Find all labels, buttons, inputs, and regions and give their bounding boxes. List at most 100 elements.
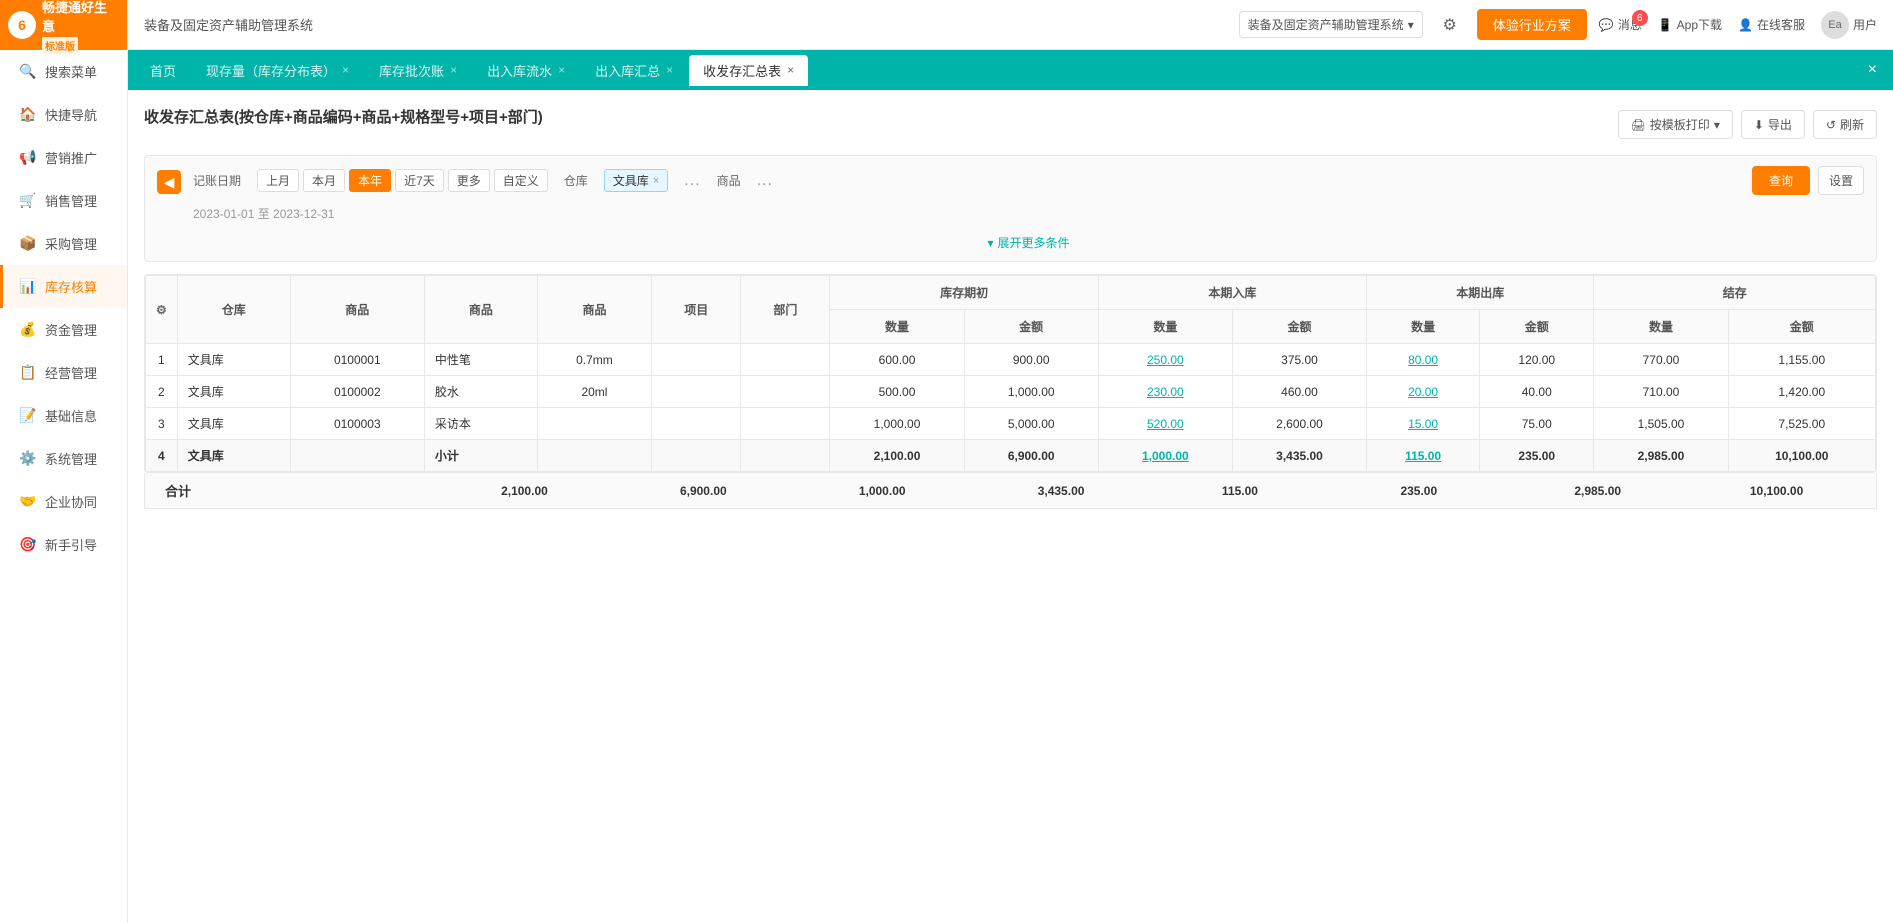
tab-stock-flow-close[interactable]: × [558, 63, 565, 77]
row-open-amt-0: 900.00 [964, 344, 1098, 376]
row-close-amt-2: 7,525.00 [1728, 408, 1875, 440]
print-template-button[interactable]: 🖨 按模板打印 ▾ [1618, 110, 1733, 139]
sidebar-item-system[interactable]: ⚙️ 系统管理 [0, 437, 127, 480]
row-code-1: 0100002 [290, 376, 424, 408]
tab-batch-ledger[interactable]: 库存批次账 × [365, 55, 471, 86]
date-btn-more[interactable]: 更多 [448, 169, 490, 192]
export-icon: ⬇ [1754, 118, 1764, 132]
basic-icon: 📝 [19, 407, 37, 425]
date-btn-7days[interactable]: 近7天 [395, 169, 444, 192]
row-warehouse-1: 文具库 [177, 376, 290, 408]
logo-icon: 6 [8, 11, 36, 39]
row-close-qty-3: 2,985.00 [1594, 440, 1728, 472]
row-out-qty-1[interactable]: 20.00 [1367, 376, 1480, 408]
tab-recv-send[interactable]: 收发存汇总表 × [689, 55, 808, 86]
date-range-display: 2023-01-01 至 2023-12-31 [193, 205, 334, 222]
operations-icon: 📋 [19, 364, 37, 382]
col-header-project: 项目 [652, 276, 741, 344]
row-open-amt-3: 6,900.00 [964, 440, 1098, 472]
row-out-qty-0[interactable]: 80.00 [1367, 344, 1480, 376]
sidebar-item-finance[interactable]: 💰 资金管理 [0, 308, 127, 351]
row-no-0: 1 [146, 344, 178, 376]
col-header-product-name: 商品 [424, 276, 537, 344]
filter-toggle-button[interactable]: ◀ [157, 170, 181, 194]
sales-icon: 🛒 [19, 192, 37, 210]
sidebar-item-company[interactable]: 🤝 企业协同 [0, 480, 127, 523]
sidebar-label-sales: 销售管理 [45, 191, 97, 210]
row-in-qty-3[interactable]: 1,000.00 [1098, 440, 1232, 472]
online-service-button[interactable]: 👤 在线客服 [1738, 16, 1805, 33]
tab-home[interactable]: 首页 [136, 55, 190, 86]
tab-stock-summary-label: 出入库汇总 [595, 61, 660, 80]
sidebar-item-search[interactable]: 🔍 搜索菜单 [0, 50, 127, 93]
row-close-qty-0: 770.00 [1594, 344, 1728, 376]
tab-stock-dist-close[interactable]: × [342, 63, 349, 77]
product-more-dots[interactable]: ... [757, 172, 773, 190]
row-open-qty-3: 2,100.00 [830, 440, 964, 472]
sidebar-item-inventory[interactable]: 📊 库存核算 [0, 265, 127, 308]
refresh-button[interactable]: ↺ 刷新 [1813, 110, 1877, 139]
row-project-3 [652, 440, 741, 472]
search-icon: 🔍 [19, 63, 37, 81]
col-close-qty: 数量 [1594, 310, 1728, 344]
system-dropdown[interactable]: 装备及固定资产辅助管理系统 ▾ [1239, 11, 1423, 38]
tab-batch-ledger-close[interactable]: × [450, 63, 457, 77]
tab-stock-dist[interactable]: 现存量（库存分布表） × [192, 55, 363, 86]
query-button[interactable]: 查询 [1752, 166, 1810, 195]
tab-stock-summary-close[interactable]: × [666, 63, 673, 77]
date-btn-this-month[interactable]: 本月 [303, 169, 345, 192]
row-out-qty-3[interactable]: 115.00 [1367, 440, 1480, 472]
sidebar-item-sales[interactable]: 🛒 销售管理 [0, 179, 127, 222]
tab-stock-summary[interactable]: 出入库汇总 × [581, 55, 687, 86]
col-group-inbound: 本期入库 [1098, 276, 1366, 310]
col-group-closing: 结存 [1594, 276, 1876, 310]
col-open-amt: 金额 [964, 310, 1098, 344]
purchase-icon: 📦 [19, 235, 37, 253]
user-menu[interactable]: Ea 用户 [1821, 11, 1877, 39]
sidebar-item-purchase[interactable]: 📦 采购管理 [0, 222, 127, 265]
export-button[interactable]: ⬇ 导出 [1741, 110, 1805, 139]
row-out-amt-2: 75.00 [1480, 408, 1594, 440]
sidebar-item-newbie[interactable]: 🎯 新手引导 [0, 523, 127, 566]
tab-stock-flow[interactable]: 出入库流水 × [473, 55, 579, 86]
col-header-product-spec: 商品 [537, 276, 651, 344]
expand-icon: ▾ [987, 236, 993, 250]
row-in-qty-1[interactable]: 230.00 [1098, 376, 1232, 408]
sidebar-item-basic[interactable]: 📝 基础信息 [0, 394, 127, 437]
export-label: 导出 [1768, 116, 1792, 133]
footer-label: 合计 [155, 481, 435, 500]
messages-button[interactable]: 💬 消息 6 [1599, 16, 1642, 33]
sidebar-item-operations[interactable]: 📋 经营管理 [0, 351, 127, 394]
col-header-department: 部门 [741, 276, 830, 344]
sidebar-item-quick-nav[interactable]: 🏠 快捷导航 [0, 93, 127, 136]
sidebar-item-marketing[interactable]: 📢 营销推广 [0, 136, 127, 179]
tab-home-label: 首页 [150, 61, 176, 80]
refresh-icon: ↺ [1826, 118, 1836, 132]
settings-icon[interactable]: ⚙ [1435, 10, 1465, 40]
warehouse-more-dots[interactable]: ... [684, 172, 700, 190]
row-open-qty-2: 1,000.00 [830, 408, 964, 440]
row-in-qty-2[interactable]: 520.00 [1098, 408, 1232, 440]
trial-button[interactable]: 体验行业方案 [1477, 9, 1587, 40]
sidebar-label-company: 企业协同 [45, 492, 97, 511]
filter-settings-button[interactable]: 设置 [1818, 166, 1864, 195]
tab-recv-send-close[interactable]: × [787, 63, 794, 77]
dropdown-label: 装备及固定资产辅助管理系统 [1248, 16, 1404, 33]
main-area: 装备及固定资产辅助管理系统 装备及固定资产辅助管理系统 ▾ ⚙ 体验行业方案 💬… [128, 0, 1893, 923]
row-name-2: 采访本 [424, 408, 537, 440]
warehouse-tag-close[interactable]: × [653, 175, 659, 187]
row-out-qty-2[interactable]: 15.00 [1367, 408, 1480, 440]
footer-close-qty: 2,985.00 [1508, 484, 1687, 498]
date-btn-custom[interactable]: 自定义 [494, 169, 548, 192]
expand-conditions-button[interactable]: ▾ 展开更多条件 [987, 234, 1069, 251]
tab-bar-close[interactable]: × [1860, 61, 1885, 79]
sidebar-label-inventory: 库存核算 [45, 277, 97, 296]
app-download-button[interactable]: 📱 App下载 [1658, 16, 1722, 33]
col-in-amt: 金额 [1232, 310, 1366, 344]
date-btn-last-month[interactable]: 上月 [257, 169, 299, 192]
row-name-3: 小计 [424, 440, 537, 472]
date-btn-this-year[interactable]: 本年 [349, 169, 391, 192]
row-in-qty-0[interactable]: 250.00 [1098, 344, 1232, 376]
sidebar: 6 畅捷通好生意 标准版 🔍 搜索菜单 🏠 快捷导航 📢 营销推广 🛒 销售管理… [0, 0, 128, 923]
table-settings-icon[interactable]: ⚙ [146, 276, 178, 344]
